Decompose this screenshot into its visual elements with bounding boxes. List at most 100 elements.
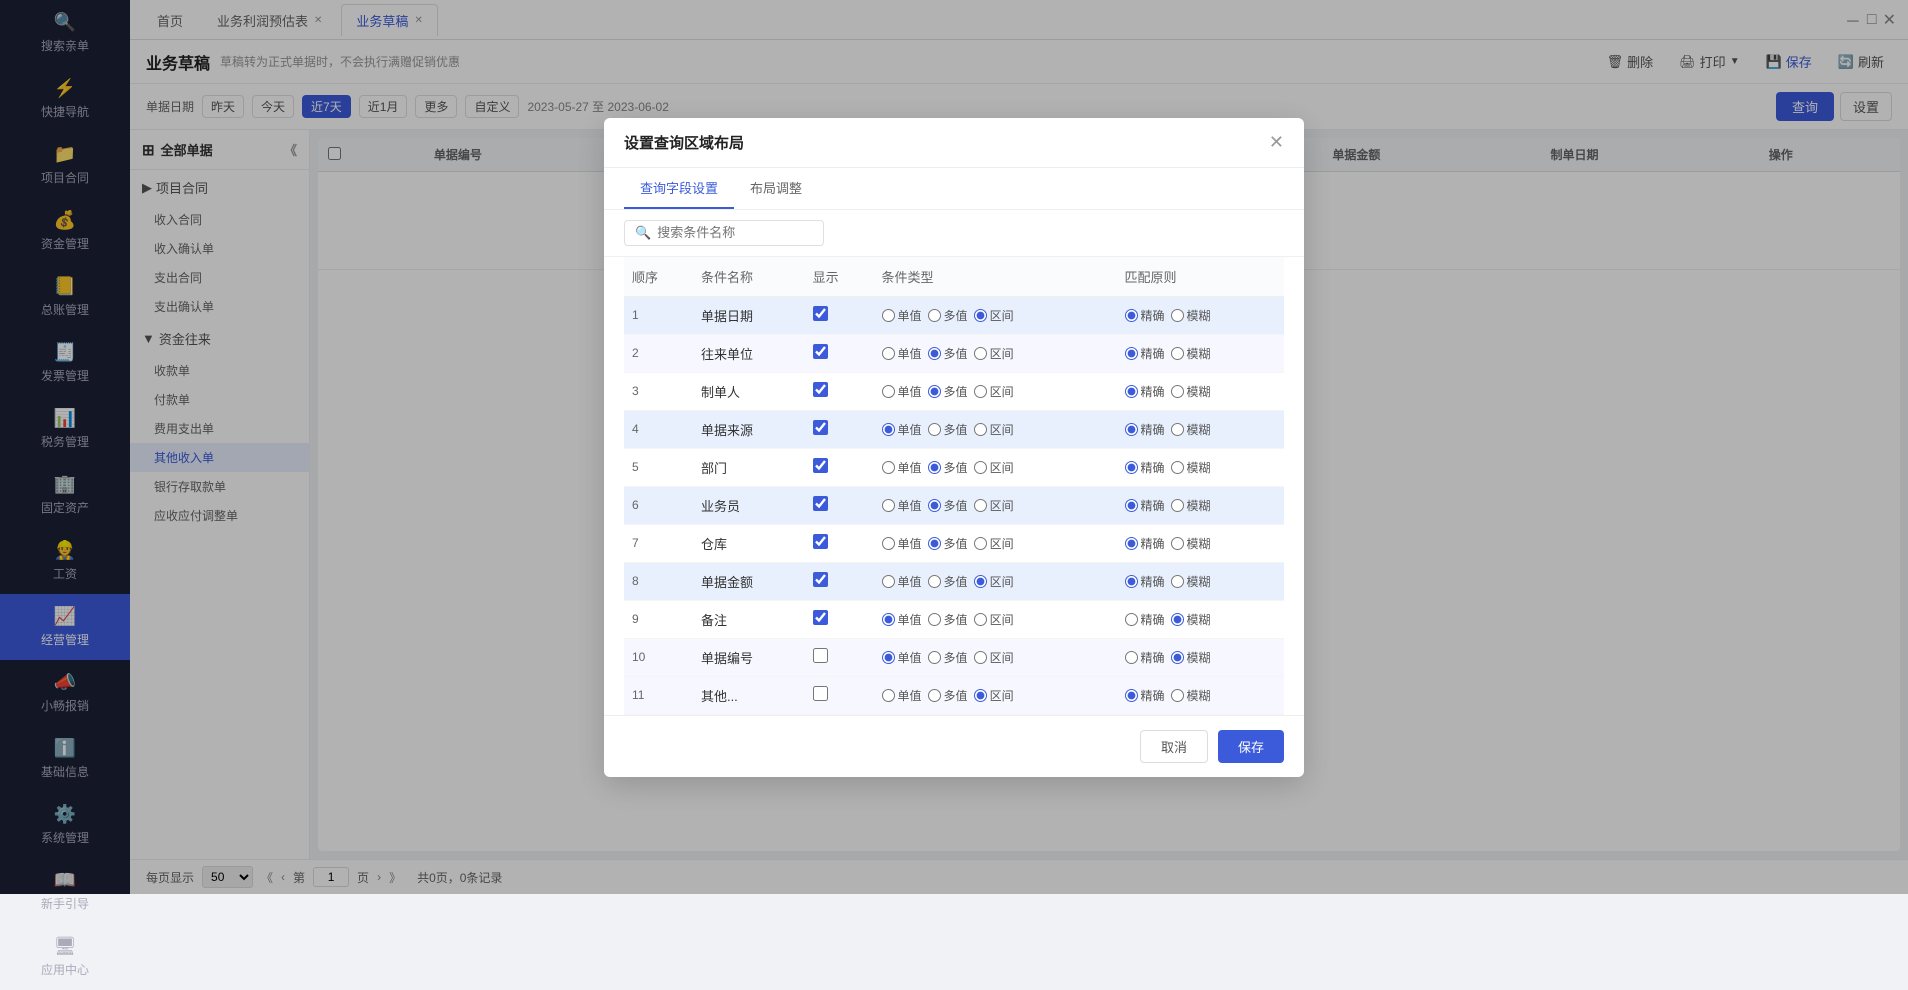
type-option-label[interactable]: 单值 <box>882 383 922 400</box>
cell-order: 7 <box>624 524 693 562</box>
match-option-label[interactable]: 精确 <box>1125 345 1165 362</box>
type-option-label[interactable]: 单值 <box>882 459 922 476</box>
match-option-label[interactable]: 模糊 <box>1171 345 1211 362</box>
cell-show <box>805 524 874 562</box>
cell-match: 精确模糊 <box>1117 524 1284 562</box>
modal-overlay[interactable]: 设置查询区域布局 ✕ 查询字段设置 布局调整 🔍 顺序 条件名称 <box>0 0 1908 894</box>
modal-tab-layout[interactable]: 布局调整 <box>734 168 818 209</box>
type-option-label[interactable]: 单值 <box>882 687 922 704</box>
cell-name: 仓库 <box>693 524 805 562</box>
cell-type: 单值多值区间 <box>874 524 1117 562</box>
modal-close-button[interactable]: ✕ <box>1269 132 1284 153</box>
show-checkbox[interactable] <box>813 344 828 359</box>
search-input[interactable] <box>657 225 797 240</box>
type-option-label[interactable]: 区间 <box>974 497 1014 514</box>
cell-name: 备注 <box>693 600 805 638</box>
cell-order: 9 <box>624 600 693 638</box>
type-option-label[interactable]: 多值 <box>928 421 968 438</box>
cell-order: 2 <box>624 334 693 372</box>
show-checkbox[interactable] <box>813 458 828 473</box>
type-option-label[interactable]: 多值 <box>928 535 968 552</box>
type-option-label[interactable]: 区间 <box>974 383 1014 400</box>
type-option-label[interactable]: 区间 <box>974 611 1014 628</box>
cell-type: 单值多值区间 <box>874 448 1117 486</box>
show-checkbox[interactable] <box>813 686 828 701</box>
modal-tab-fields[interactable]: 查询字段设置 <box>624 168 734 209</box>
match-option-label[interactable]: 模糊 <box>1171 383 1211 400</box>
type-option-label[interactable]: 区间 <box>974 421 1014 438</box>
type-option-label[interactable]: 区间 <box>974 687 1014 704</box>
modal-header: 设置查询区域布局 ✕ <box>604 118 1304 168</box>
match-option-label[interactable]: 精确 <box>1125 307 1165 324</box>
show-checkbox[interactable] <box>813 420 828 435</box>
match-option-label[interactable]: 模糊 <box>1171 573 1211 590</box>
type-option-label[interactable]: 区间 <box>974 573 1014 590</box>
type-option-label[interactable]: 多值 <box>928 687 968 704</box>
sidebar-item-label: 新手引导 <box>41 895 89 912</box>
match-option-label[interactable]: 模糊 <box>1171 649 1211 666</box>
type-option-label[interactable]: 区间 <box>974 459 1014 476</box>
show-checkbox[interactable] <box>813 648 828 663</box>
cell-type: 单值多值区间 <box>874 334 1117 372</box>
sidebar-item-appstore[interactable]: 🖥 应用中心 <box>0 924 130 990</box>
col-name: 条件名称 <box>693 257 805 297</box>
show-checkbox[interactable] <box>813 382 828 397</box>
type-option-label[interactable]: 区间 <box>974 307 1014 324</box>
match-option-label[interactable]: 模糊 <box>1171 687 1211 704</box>
match-option-label[interactable]: 模糊 <box>1171 307 1211 324</box>
type-option-label[interactable]: 单值 <box>882 535 922 552</box>
match-option-label[interactable]: 模糊 <box>1171 611 1211 628</box>
type-option-label[interactable]: 多值 <box>928 307 968 324</box>
table-row: 8单据金额单值多值区间精确模糊 <box>624 562 1284 600</box>
cell-order: 8 <box>624 562 693 600</box>
show-checkbox[interactable] <box>813 572 828 587</box>
match-option-label[interactable]: 精确 <box>1125 383 1165 400</box>
table-row: 10单据编号单值多值区间精确模糊 <box>624 638 1284 676</box>
cell-type: 单值多值区间 <box>874 638 1117 676</box>
match-option-label[interactable]: 模糊 <box>1171 497 1211 514</box>
save-button[interactable]: 保存 <box>1218 730 1284 763</box>
type-option-label[interactable]: 单值 <box>882 307 922 324</box>
cell-show <box>805 410 874 448</box>
type-option-label[interactable]: 区间 <box>974 535 1014 552</box>
cell-type: 单值多值区间 <box>874 372 1117 410</box>
type-option-label[interactable]: 多值 <box>928 383 968 400</box>
type-option-label[interactable]: 多值 <box>928 611 968 628</box>
match-option-label[interactable]: 精确 <box>1125 421 1165 438</box>
type-option-label[interactable]: 多值 <box>928 497 968 514</box>
type-option-label[interactable]: 区间 <box>974 649 1014 666</box>
match-option-label[interactable]: 精确 <box>1125 611 1165 628</box>
type-option-label[interactable]: 单值 <box>882 345 922 362</box>
cell-order: 4 <box>624 410 693 448</box>
show-checkbox[interactable] <box>813 534 828 549</box>
match-option-label[interactable]: 精确 <box>1125 687 1165 704</box>
type-option-label[interactable]: 多值 <box>928 345 968 362</box>
match-option-label[interactable]: 模糊 <box>1171 535 1211 552</box>
match-option-label[interactable]: 精确 <box>1125 535 1165 552</box>
show-checkbox[interactable] <box>813 496 828 511</box>
type-option-label[interactable]: 多值 <box>928 649 968 666</box>
match-option-label[interactable]: 模糊 <box>1171 421 1211 438</box>
match-option-label[interactable]: 模糊 <box>1171 459 1211 476</box>
type-option-label[interactable]: 单值 <box>882 421 922 438</box>
type-option-label[interactable]: 单值 <box>882 649 922 666</box>
match-option-label[interactable]: 精确 <box>1125 573 1165 590</box>
col-type: 条件类型 <box>874 257 1117 297</box>
col-match: 匹配原则 <box>1117 257 1284 297</box>
show-checkbox[interactable] <box>813 306 828 321</box>
type-option-label[interactable]: 多值 <box>928 459 968 476</box>
match-option-label[interactable]: 精确 <box>1125 649 1165 666</box>
modal: 设置查询区域布局 ✕ 查询字段设置 布局调整 🔍 顺序 条件名称 <box>604 118 1304 777</box>
type-option-label[interactable]: 单值 <box>882 611 922 628</box>
type-option-label[interactable]: 单值 <box>882 573 922 590</box>
match-option-label[interactable]: 精确 <box>1125 459 1165 476</box>
table-row: 7仓库单值多值区间精确模糊 <box>624 524 1284 562</box>
modal-table: 顺序 条件名称 显示 条件类型 匹配原则 1单据日期单值多值区间精确模糊2往来单… <box>624 257 1284 715</box>
type-option-label[interactable]: 多值 <box>928 573 968 590</box>
type-option-label[interactable]: 区间 <box>974 345 1014 362</box>
match-option-label[interactable]: 精确 <box>1125 497 1165 514</box>
type-option-label[interactable]: 单值 <box>882 497 922 514</box>
show-checkbox[interactable] <box>813 610 828 625</box>
cell-name: 单据来源 <box>693 410 805 448</box>
cancel-button[interactable]: 取消 <box>1140 730 1208 763</box>
